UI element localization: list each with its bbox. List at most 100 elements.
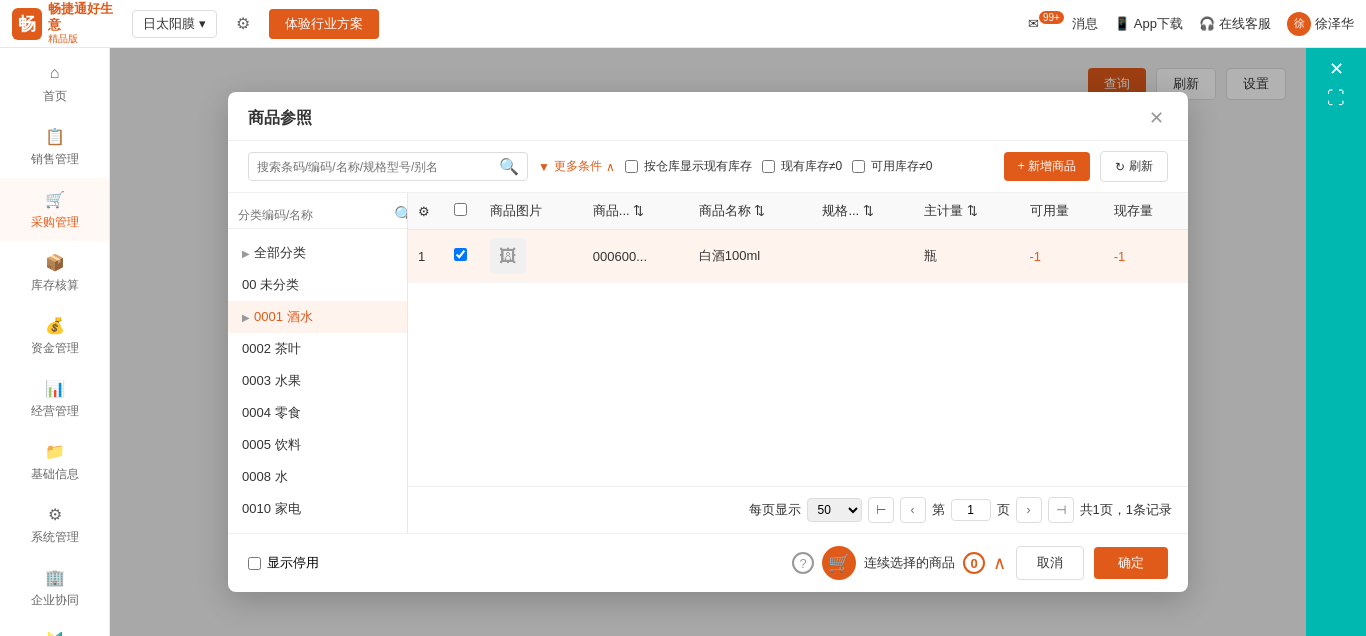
col-unit[interactable]: 主计量 ⇅ xyxy=(914,193,1019,230)
available-ne0-checkbox-group: 可用库存≠0 xyxy=(852,158,932,175)
cat-item-0008[interactable]: 0008 水 xyxy=(228,461,407,493)
content-area: 查询 刷新 设置 商品参照 ✕ 🔍 ▼ xyxy=(110,48,1306,636)
sort-icon-name: ⇅ xyxy=(754,203,765,218)
cat-item-0005[interactable]: 0005 饮料 xyxy=(228,429,407,461)
system-icon: ⚙ xyxy=(44,503,66,525)
total-info: 共1页，1条记录 xyxy=(1080,501,1172,519)
messages-btn[interactable]: ✉ 99+ 消息 xyxy=(1028,15,1098,33)
col-code[interactable]: 商品... ⇅ xyxy=(583,193,689,230)
pagination-row: 每页显示 50 20 100 ⊢ ‹ 第 页 › xyxy=(408,486,1188,533)
store-dropdown[interactable]: 日太阳膜 ▾ xyxy=(132,10,217,38)
sidebar-item-enterprise[interactable]: 🏢 企业协同 xyxy=(0,556,109,619)
headset-icon: 🎧 xyxy=(1199,16,1215,31)
cat-arrow-all: ▶ xyxy=(242,248,250,259)
add-product-btn[interactable]: + 新增商品 xyxy=(1004,152,1090,181)
settings-icon[interactable]: ⚙ xyxy=(227,8,259,40)
stock-ne0-checkbox[interactable] xyxy=(762,160,775,173)
col-name[interactable]: 商品名称 ⇅ xyxy=(689,193,813,230)
main-layout: ⌂ 首页 📋 销售管理 🛒 采购管理 📦 库存核算 💰 资金管理 📊 经营管理 … xyxy=(0,48,1366,636)
chevron-up-icon: ∧ xyxy=(606,160,615,174)
cat-item-all[interactable]: ▶ 全部分类 xyxy=(228,237,407,269)
col-spec[interactable]: 规格... ⇅ xyxy=(812,193,914,230)
page-input[interactable] xyxy=(951,499,991,521)
avatar: 徐 xyxy=(1287,12,1311,36)
col-image: 商品图片 xyxy=(480,193,583,230)
filter-btn[interactable]: ▼ 更多条件 ∧ xyxy=(538,158,615,175)
warehouse-checkbox[interactable] xyxy=(625,160,638,173)
product-modal: 商品参照 ✕ 🔍 ▼ 更多条件 ∧ 按仓 xyxy=(228,92,1188,592)
sidebar-item-finance[interactable]: 💰 资金管理 xyxy=(0,304,109,367)
show-disabled-checkbox[interactable] xyxy=(248,557,261,570)
available-ne0-checkbox[interactable] xyxy=(852,160,865,173)
search-input[interactable] xyxy=(257,160,493,174)
cancel-btn[interactable]: 取消 xyxy=(1016,546,1084,580)
sidebar-item-system[interactable]: ⚙ 系统管理 xyxy=(0,493,109,556)
sidebar-item-inventory[interactable]: 📦 库存核算 xyxy=(0,241,109,304)
sidebar-label-finance: 资金管理 xyxy=(31,340,79,357)
search-icon[interactable]: 🔍 xyxy=(499,157,519,176)
app-download-label: App下载 xyxy=(1134,15,1183,33)
modal-toolbar: 🔍 ▼ 更多条件 ∧ 按仓库显示现有库存 现有库存≠0 xyxy=(228,141,1188,193)
modal-close-button[interactable]: ✕ xyxy=(1144,106,1168,130)
cat-item-0001[interactable]: ▶ 0001 酒水 xyxy=(228,301,407,333)
cat-item-0004[interactable]: 0004 零食 xyxy=(228,397,407,429)
first-page-btn[interactable]: ⊢ xyxy=(868,497,894,523)
next-page-btn[interactable]: › xyxy=(1016,497,1042,523)
cat-label-all: 全部分类 xyxy=(254,244,306,262)
col-settings[interactable]: ⚙ xyxy=(408,193,444,230)
page-size-select[interactable]: 50 20 100 xyxy=(807,498,862,522)
sidebar-item-purchase[interactable]: 🛒 采购管理 xyxy=(0,178,109,241)
cat-item-00[interactable]: 00 未分类 xyxy=(228,269,407,301)
row-stock: -1 xyxy=(1104,230,1188,283)
cat-search-input[interactable] xyxy=(238,208,388,222)
table-area: ⚙ 商品图片 商品... ⇅ 商品名称 xyxy=(408,193,1188,533)
logo-icon: 畅 xyxy=(12,8,42,40)
username: 徐泽华 xyxy=(1315,15,1354,33)
sidebar: ⌂ 首页 📋 销售管理 🛒 采购管理 📦 库存核算 💰 资金管理 📊 经营管理 … xyxy=(0,48,110,636)
app-download-btn[interactable]: 📱 App下载 xyxy=(1114,15,1183,33)
cat-item-0010[interactable]: 0010 家电 xyxy=(228,493,407,525)
select-all-checkbox[interactable] xyxy=(454,203,467,216)
col-code-label: 商品... xyxy=(593,203,630,218)
sidebar-item-guide[interactable]: 🔰 新手引导 xyxy=(0,619,109,636)
cat-item-0002[interactable]: 0002 茶叶 xyxy=(228,333,407,365)
row-code: 000600... xyxy=(583,230,689,283)
sidebar-label-purchase: 采购管理 xyxy=(31,214,79,231)
sidebar-item-basic[interactable]: 📁 基础信息 xyxy=(0,430,109,493)
logo-text-group: 畅捷通好生意 精品版 xyxy=(48,1,122,46)
row-checkbox[interactable] xyxy=(454,248,467,261)
customer-service-btn[interactable]: 🎧 在线客服 xyxy=(1199,15,1271,33)
trial-btn[interactable]: 体验行业方案 xyxy=(269,9,379,39)
collapse-btn[interactable]: ∧ xyxy=(993,552,1006,574)
table-body: 1 🖼 xyxy=(408,230,1188,283)
cat-label-0008: 0008 水 xyxy=(242,468,288,486)
row-unit: 瓶 xyxy=(914,230,1019,283)
close-icon-right[interactable]: ✕ xyxy=(1329,58,1344,80)
modal-footer: 显示停用 ? 🛒 连续选择的商品 0 ∧ 取消 确定 xyxy=(228,533,1188,592)
col-available: 可用量 xyxy=(1020,193,1104,230)
refresh-icon: ↻ xyxy=(1115,160,1125,174)
help-icon[interactable]: ? xyxy=(792,552,814,574)
phone-icon: 📱 xyxy=(1114,16,1130,31)
prev-page-btn[interactable]: ‹ xyxy=(900,497,926,523)
sidebar-label-sales: 销售管理 xyxy=(31,151,79,168)
table-row[interactable]: 1 🖼 xyxy=(408,230,1188,283)
expand-icon-right[interactable]: ⛶ xyxy=(1327,88,1345,109)
row-checkbox-cell[interactable] xyxy=(444,230,480,283)
cat-search-icon[interactable]: 🔍 xyxy=(394,205,408,224)
confirm-btn[interactable]: 确定 xyxy=(1094,547,1168,579)
col-checkbox-all[interactable] xyxy=(444,193,480,230)
business-icon: 📊 xyxy=(44,377,66,399)
inventory-icon: 📦 xyxy=(44,251,66,273)
cart-icon[interactable]: 🛒 xyxy=(822,546,856,580)
user-menu[interactable]: 徐 徐泽华 xyxy=(1287,12,1354,36)
sidebar-item-sales[interactable]: 📋 销售管理 xyxy=(0,115,109,178)
home-icon: ⌂ xyxy=(44,62,66,84)
last-page-btn[interactable]: ⊣ xyxy=(1048,497,1074,523)
sidebar-item-business[interactable]: 📊 经营管理 xyxy=(0,367,109,430)
available-ne0-label: 可用库存≠0 xyxy=(871,158,932,175)
refresh-btn[interactable]: ↻ 刷新 xyxy=(1100,151,1168,182)
sidebar-item-home[interactable]: ⌂ 首页 xyxy=(0,52,109,115)
cat-item-0003[interactable]: 0003 水果 xyxy=(228,365,407,397)
navbar-right: ✉ 99+ 消息 📱 App下载 🎧 在线客服 徐 徐泽华 xyxy=(1028,12,1354,36)
